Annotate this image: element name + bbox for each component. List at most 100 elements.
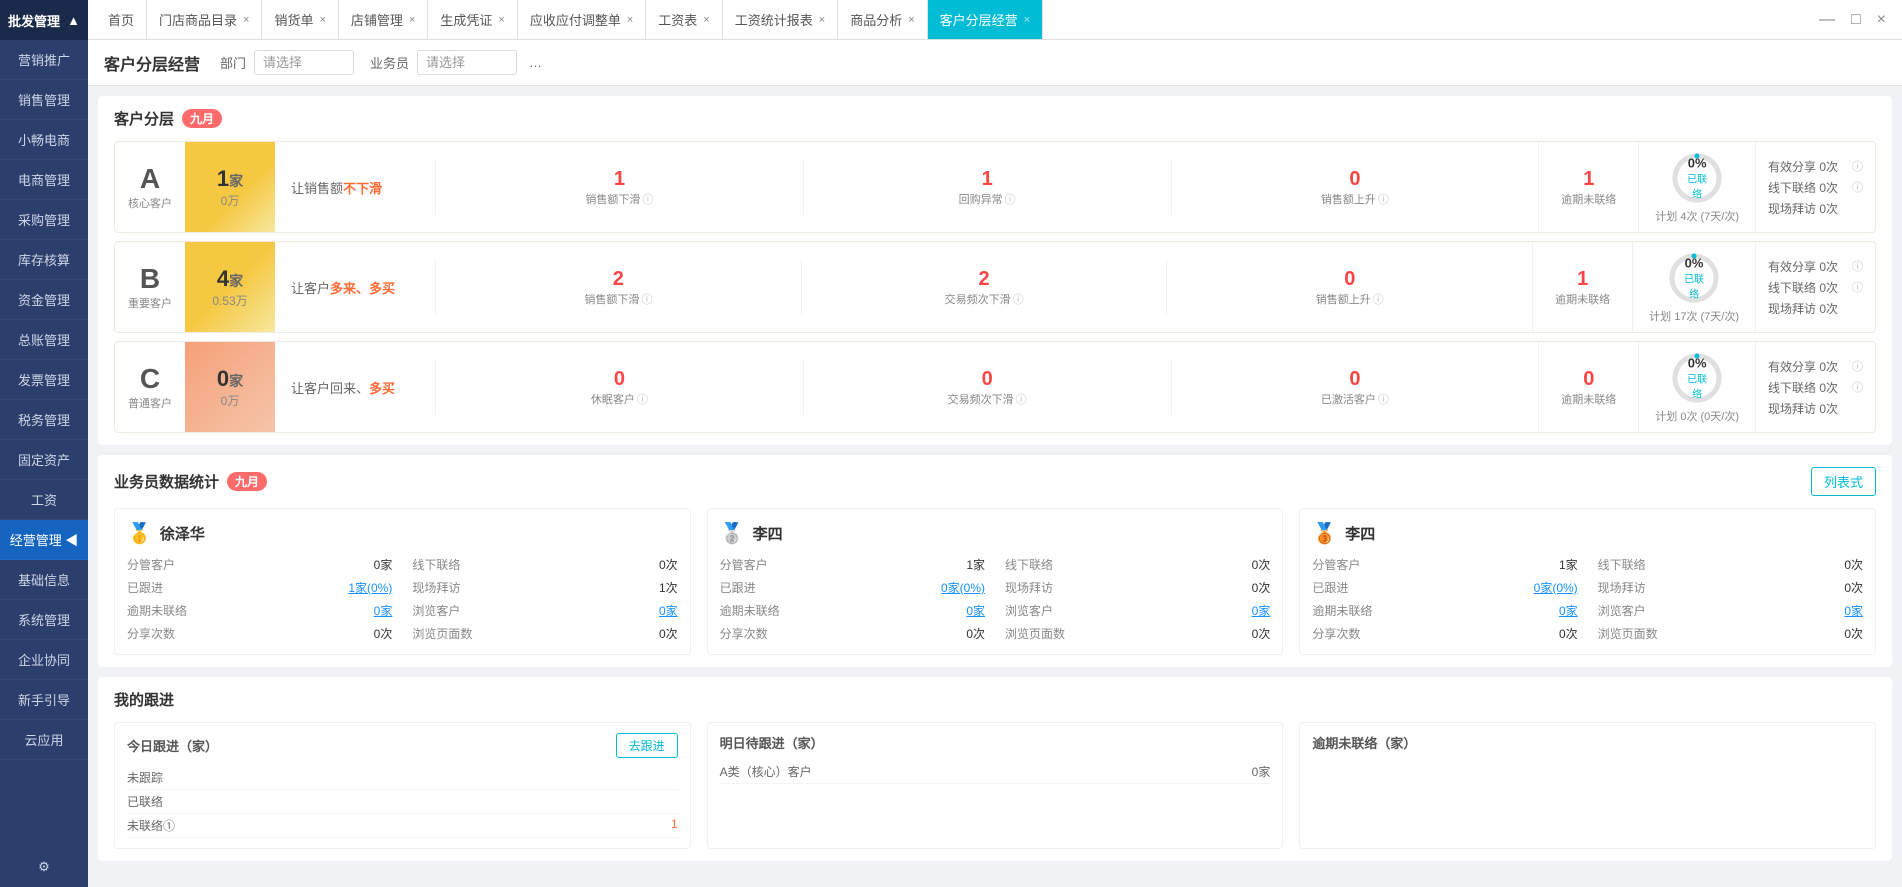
close-icon[interactable]: ×: [703, 14, 709, 26]
overdue-followup-title: 逾期未联络（家）: [1312, 733, 1416, 752]
sidebar-item-总账管理[interactable]: 总账管理: [0, 320, 88, 360]
tier-a-label: A 核心客户: [115, 142, 185, 232]
list-style-button[interactable]: 列表式: [1811, 467, 1876, 496]
close-icon[interactable]: ×: [498, 14, 504, 26]
biz-stat-row: 分管客户0家: [127, 556, 392, 573]
sidebar-item-销售管理[interactable]: 销售管理: [0, 80, 88, 120]
followup-row: 未跟踪: [127, 766, 678, 790]
go-followup-button[interactable]: 去跟进: [616, 733, 678, 758]
sidebar-item-小畅电商[interactable]: 小畅电商: [0, 120, 88, 160]
close-icon[interactable]: ×: [1024, 14, 1030, 26]
biz-stat-row: 浏览客户0家: [1598, 602, 1863, 619]
today-followup-title: 今日跟进（家）: [127, 736, 218, 755]
biz-stat-row: 线下联络0次: [412, 556, 677, 573]
tier-a-count[interactable]: 1家 0万: [185, 142, 275, 232]
customer-tier-section: 客户分层 九月 A 核心客户 1家 0万 让销售额不下滑: [98, 96, 1892, 445]
biz-stat-row: 现场拜访0次: [1005, 579, 1270, 596]
tier-b-label: B 重要客户: [115, 242, 185, 332]
followup-section: 我的跟进 今日跟进（家） 去跟进 未跟踪 已联络 未联络①1: [98, 677, 1892, 861]
close-icon[interactable]: ×: [627, 14, 633, 26]
tier-a-contact[interactable]: 1 逾期未联络: [1538, 142, 1638, 232]
biz-stat-row: 逾期未联络0家: [720, 602, 985, 619]
window-close-icon[interactable]: ×: [1873, 11, 1890, 29]
tier-c-count[interactable]: 0家 0万: [185, 342, 275, 432]
close-icon[interactable]: ×: [243, 14, 249, 26]
close-icon[interactable]: ×: [409, 14, 415, 26]
tab-门店商品目录[interactable]: 门店商品目录×: [147, 0, 262, 40]
biz-card-1: 🥇 徐泽华 分管客户0家 线下联络0次 已跟进1家(0%) 现场拜访1次 逾期未…: [114, 508, 691, 655]
main-area: 首页 门店商品目录× 销货单× 店铺管理× 生成凭证× 应收应付调整单× 工资表…: [88, 0, 1902, 887]
today-followup-col: 今日跟进（家） 去跟进 未跟踪 已联络 未联络①1: [114, 722, 691, 849]
tier-b-contact[interactable]: 1 逾期未联络: [1532, 242, 1632, 332]
biz-stat-row: 逾期未联络0家: [1312, 602, 1577, 619]
main-content: 客户分层 九月 A 核心客户 1家 0万 让销售额不下滑: [88, 86, 1902, 887]
tier-b-stat-3[interactable]: 0 销售额上升 ⓘ: [1166, 260, 1532, 315]
more-options-icon[interactable]: …: [529, 55, 542, 70]
sidebar-item-发票管理[interactable]: 发票管理: [0, 360, 88, 400]
sidebar-item-云应用[interactable]: 云应用: [0, 720, 88, 760]
sidebar-expand-icon[interactable]: ▲: [67, 13, 80, 28]
tier-c-stat-1[interactable]: 0 休眠客户 ⓘ: [435, 360, 803, 415]
biz-stat-row: 分管客户1家: [1312, 556, 1577, 573]
window-minimize-icon[interactable]: —: [1815, 11, 1839, 29]
biz-stat-row: 已跟进0家(0%): [1312, 579, 1577, 596]
tab-销货单[interactable]: 销货单×: [262, 0, 338, 40]
tab-首页[interactable]: 首页: [96, 0, 147, 40]
month-badge: 九月: [182, 109, 222, 128]
close-icon[interactable]: ×: [819, 14, 825, 26]
tier-c-contact[interactable]: 0 逾期未联络: [1538, 342, 1638, 432]
tier-b-slogan: 让客户多来、多买: [275, 242, 435, 332]
tab-客户分层经营[interactable]: 客户分层经营×: [928, 0, 1043, 40]
tier-a-stat-3[interactable]: 0 销售额上升 ⓘ: [1171, 160, 1539, 215]
dept-filter-group: 部门 请选择: [220, 50, 354, 75]
close-icon[interactable]: ×: [319, 14, 325, 26]
biz-month-badge: 九月: [227, 472, 267, 491]
sidebar-item-企业协同[interactable]: 企业协同: [0, 640, 88, 680]
tier-a-stat-2[interactable]: 1 回购异常 ⓘ: [803, 160, 1171, 215]
tier-a-slogan: 让销售额不下滑: [275, 142, 435, 232]
sales-select[interactable]: 请选择: [417, 50, 517, 75]
sidebar-item-资金管理[interactable]: 资金管理: [0, 280, 88, 320]
sidebar-item-采购管理[interactable]: 采购管理: [0, 200, 88, 240]
tomorrow-followup-title: 明日待跟进（家）: [720, 733, 824, 752]
biz-stat-row: 线下联络0次: [1598, 556, 1863, 573]
tier-b-right-stats: 有效分享 0次ⓘ 线下联络 0次ⓘ 现场拜访 0次: [1755, 242, 1875, 332]
tier-c-right-stats: 有效分享 0次ⓘ 线下联络 0次ⓘ 现场拜访 0次: [1755, 342, 1875, 432]
tier-b-stat-1[interactable]: 2 销售额下滑 ⓘ: [435, 260, 801, 315]
sidebar-item-基础信息[interactable]: 基础信息: [0, 560, 88, 600]
tab-商品分析[interactable]: 商品分析×: [838, 0, 927, 40]
dept-select[interactable]: 请选择: [254, 50, 354, 75]
gear-icon[interactable]: ⚙: [0, 847, 88, 887]
biz-card-1-header: 🥇 徐泽华: [127, 521, 678, 546]
biz-stat-row: 浏览页面数0次: [1005, 625, 1270, 642]
sidebar-item-税务管理[interactable]: 税务管理: [0, 400, 88, 440]
tier-c-stat-2[interactable]: 0 交易频次下滑 ⓘ: [803, 360, 1171, 415]
tier-a-stat-1[interactable]: 1 销售额下滑 ⓘ: [435, 160, 803, 215]
tab-工资表[interactable]: 工资表×: [646, 0, 722, 40]
sidebar-item-工资[interactable]: 工资: [0, 480, 88, 520]
sidebar-item-经营管理[interactable]: 经营管理 ◀: [0, 520, 88, 560]
sidebar-item-营销推广[interactable]: 营销推广: [0, 40, 88, 80]
tier-b-stat-2[interactable]: 2 交易频次下滑 ⓘ: [801, 260, 1167, 315]
biz-stat-row: 已跟进0家(0%): [720, 579, 985, 596]
window-maximize-icon[interactable]: □: [1847, 11, 1865, 29]
biz-stat-row: 逾期未联络0家: [127, 602, 392, 619]
followup-row: 未联络①1: [127, 814, 678, 838]
sidebar-item-新手引导[interactable]: 新手引导: [0, 680, 88, 720]
sidebar-item-固定资产[interactable]: 固定资产: [0, 440, 88, 480]
tab-工资统计报表[interactable]: 工资统计报表×: [723, 0, 838, 40]
sidebar-item-电商管理[interactable]: 电商管理: [0, 160, 88, 200]
close-icon[interactable]: ×: [908, 14, 914, 26]
biz-stat-row: 浏览页面数0次: [1598, 625, 1863, 642]
sidebar-item-系统管理[interactable]: 系统管理: [0, 600, 88, 640]
tier-c-stat-3[interactable]: 0 已激活客户 ⓘ: [1171, 360, 1539, 415]
biz-name-2: 李四: [753, 523, 783, 544]
sidebar-item-库存核算[interactable]: 库存核算: [0, 240, 88, 280]
biz-name-1: 徐泽华: [160, 523, 205, 544]
biz-stat-row: 分享次数0次: [127, 625, 392, 642]
tier-b-count[interactable]: 4家 0.53万: [185, 242, 275, 332]
tab-应收应付调整单[interactable]: 应收应付调整单×: [518, 0, 646, 40]
tab-生成凭证[interactable]: 生成凭证×: [428, 0, 517, 40]
tier-b-stats: 2 销售额下滑 ⓘ 2 交易频次下滑 ⓘ 0 销售额上升 ⓘ: [435, 242, 1532, 332]
tab-店铺管理[interactable]: 店铺管理×: [339, 0, 428, 40]
